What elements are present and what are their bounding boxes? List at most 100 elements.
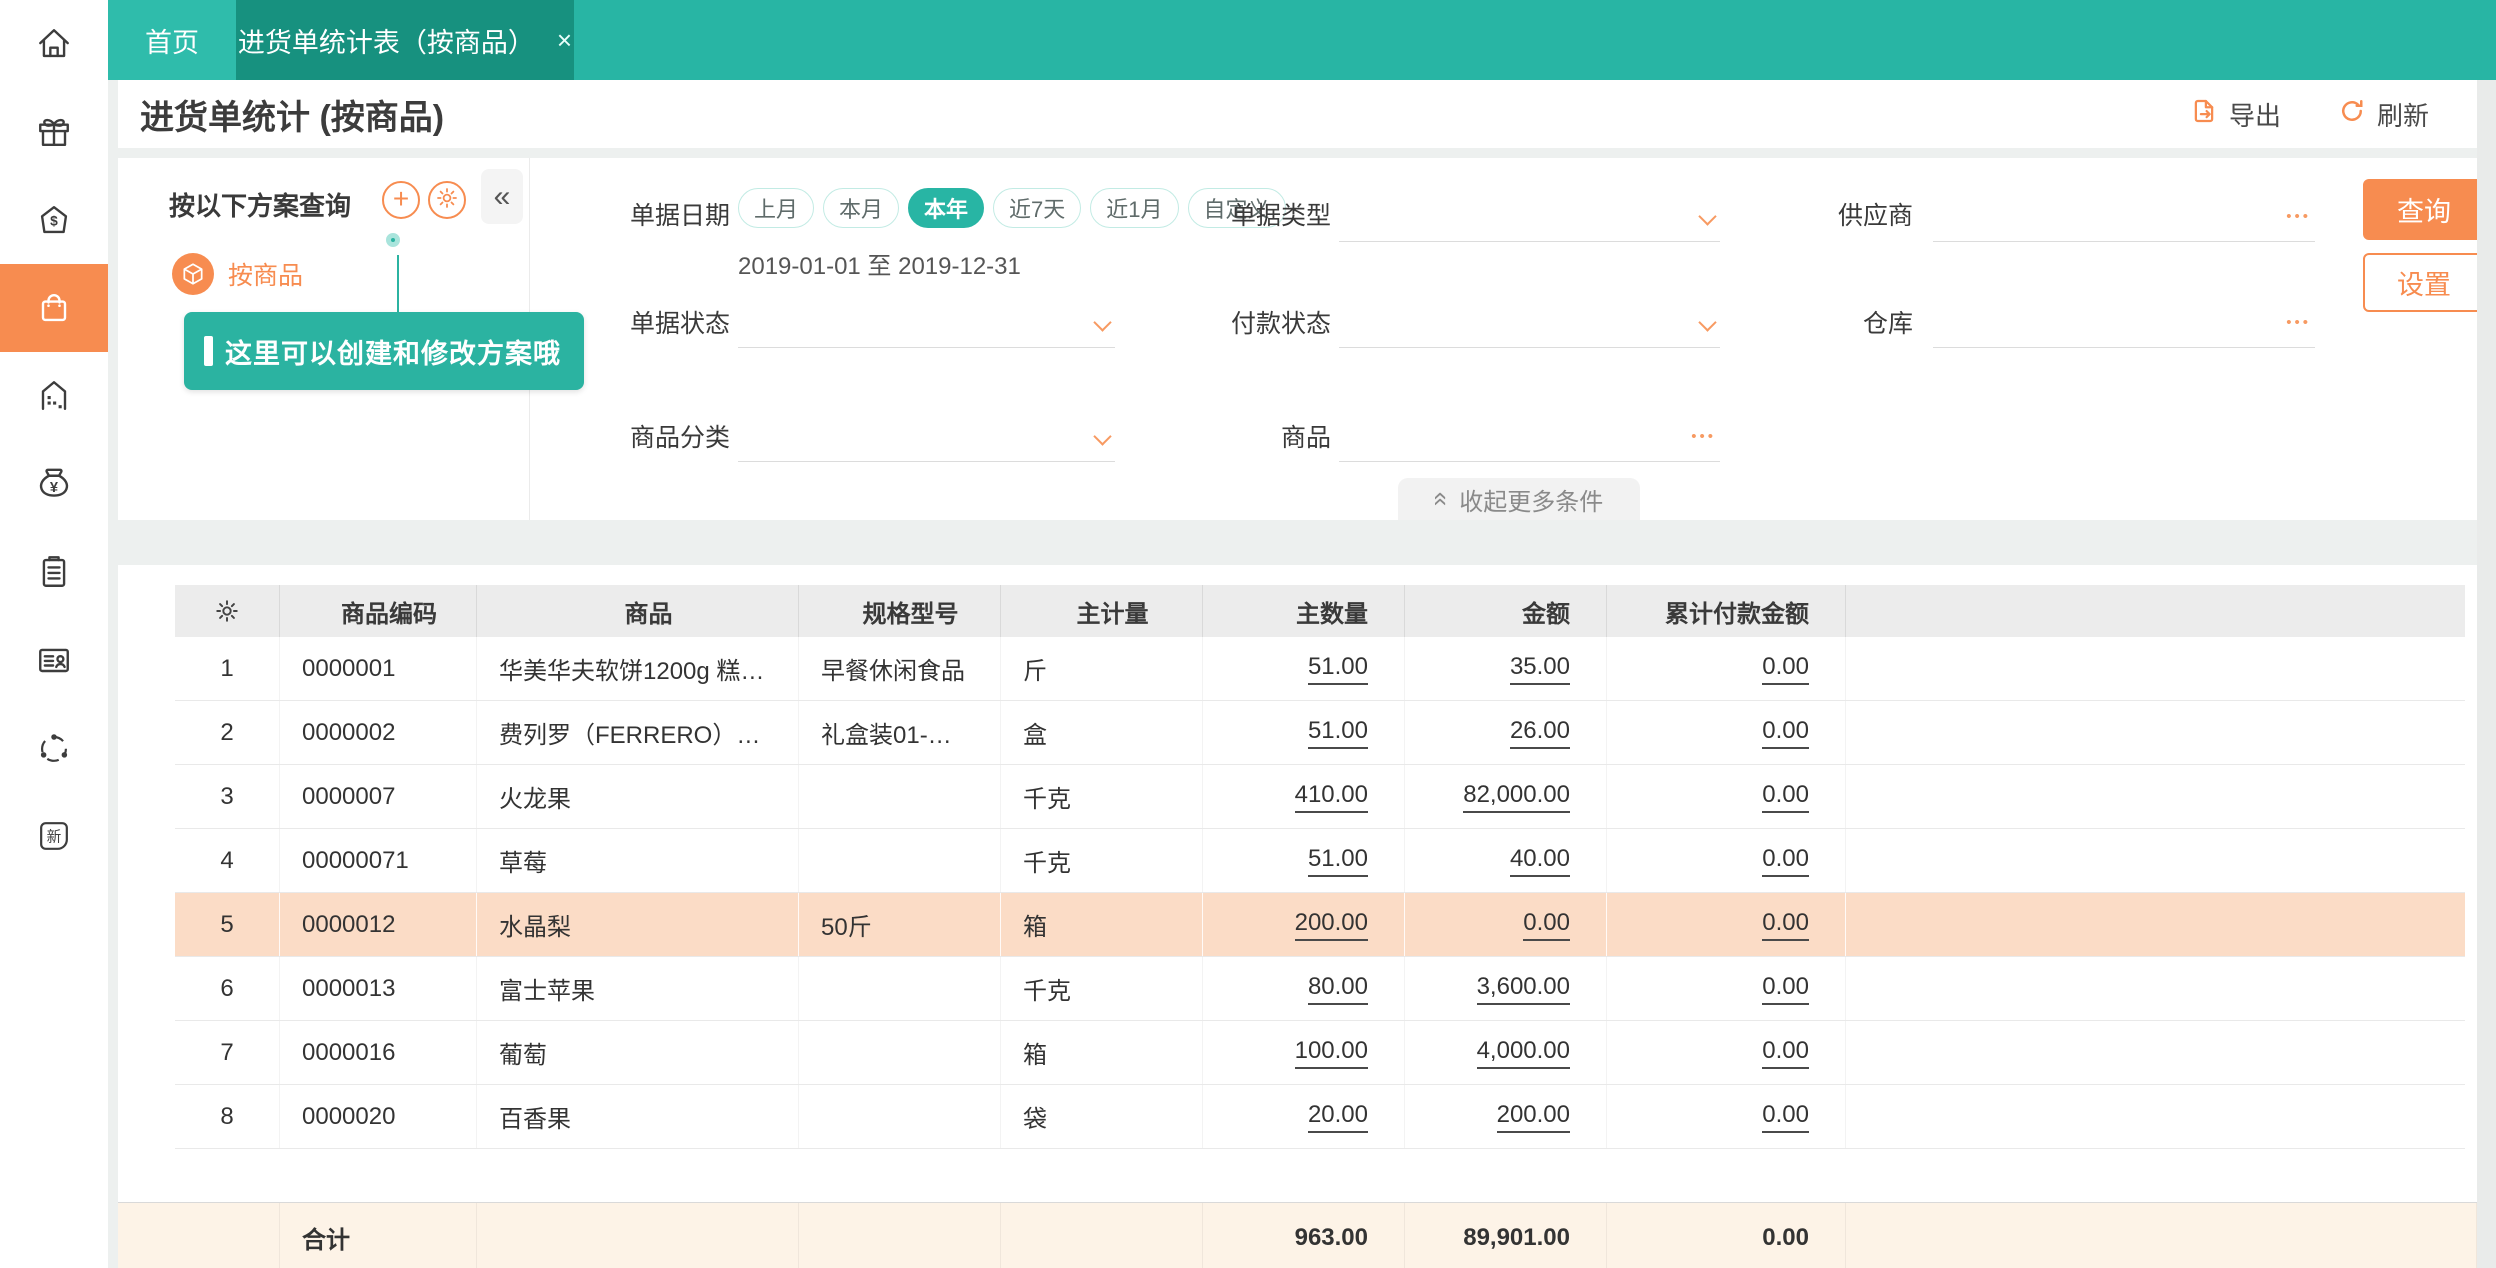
add-scheme-button[interactable]: + <box>382 181 420 219</box>
qty-link[interactable]: 80.00 <box>1307 973 1368 1005</box>
refresh-button[interactable]: 刷新 <box>2337 96 2429 133</box>
results-table-panel: 商品编码 商品 规格型号 主计量 主数量 金额 累计付款金额 1 0000001 华美华夫软饼1… <box>118 565 2477 1268</box>
sidebar-item-gift[interactable] <box>0 88 108 176</box>
category-select[interactable] <box>738 416 1115 462</box>
amount-link[interactable]: 200.00 <box>1496 1101 1570 1133</box>
product-code: 0000020 <box>280 1085 477 1148</box>
date-range-pill[interactable]: 近1月 <box>1090 188 1179 228</box>
unit: 斤 <box>1001 637 1203 700</box>
collapse-panel-button[interactable]: « <box>481 169 523 224</box>
filter-label-warehouse: 仓库 <box>1862 310 1913 338</box>
row-number: 2 <box>175 701 280 764</box>
date-range-pill[interactable]: 本年 <box>908 188 985 228</box>
qty-link[interactable]: 100.00 <box>1294 1037 1368 1069</box>
sidebar-item-finance[interactable]: ¥ <box>0 440 108 528</box>
qty-link[interactable]: 20.00 <box>1307 1101 1368 1133</box>
spec-model <box>799 1021 1001 1084</box>
sidebar-item-home[interactable] <box>0 0 108 88</box>
scrollbar-track[interactable] <box>2477 80 2496 1268</box>
table-row[interactable]: 6 0000013 富士苹果 千克 80.00 3,600.00 0.00 <box>175 957 2465 1021</box>
paid-link[interactable]: 0.00 <box>1762 845 1809 877</box>
settings-button[interactable]: 设置 <box>2363 253 2485 312</box>
unit: 袋 <box>1001 1085 1203 1148</box>
amount-link[interactable]: 26.00 <box>1509 717 1570 749</box>
paid-link[interactable]: 0.00 <box>1762 1101 1809 1133</box>
product-name: 葡萄 <box>477 1021 799 1084</box>
table-row[interactable]: 7 0000016 葡萄 箱 100.00 4,000.00 0.00 <box>175 1021 2465 1085</box>
table-row[interactable]: 1 0000001 华美华夫软饼1200g 糕… 早餐休闲食品斤 51.00 35.00 0… <box>175 637 2465 701</box>
product-code: 0000013 <box>280 957 477 1020</box>
scheme-tooltip: 这里可以创建和修改方案哦 <box>184 312 584 390</box>
date-range-pill[interactable]: 近7天 <box>993 188 1082 228</box>
sales-house-dollar-icon: $ <box>32 198 76 242</box>
doc-type-select[interactable] <box>1339 196 1720 242</box>
tab-close-icon[interactable]: × <box>557 25 572 56</box>
qty-link[interactable]: 51.00 <box>1307 653 1368 685</box>
product-name: 火龙果 <box>477 765 799 828</box>
ellipsis-icon: ••• <box>1691 428 1716 445</box>
row-number: 6 <box>175 957 280 1020</box>
scheme-settings-button[interactable] <box>428 181 466 219</box>
qty-link[interactable]: 51.00 <box>1307 717 1368 749</box>
amount-link[interactable]: 0.00 <box>1523 909 1570 941</box>
table-row[interactable]: 3 0000007 火龙果 千克 410.00 82,000.00 0.00 <box>175 765 2465 829</box>
sidebar-item-sales[interactable]: $ <box>0 176 108 264</box>
tab-home[interactable]: 首页 <box>108 0 236 80</box>
total-qty: 963.00 <box>1203 1203 1405 1268</box>
amount-link[interactable]: 40.00 <box>1509 845 1570 877</box>
export-button[interactable]: 导出 <box>2189 96 2281 133</box>
sidebar-item-warehouse[interactable] <box>0 352 108 440</box>
collapse-more-conditions-button[interactable]: « 收起更多条件 <box>1398 478 1640 520</box>
date-range-pill[interactable]: 本月 <box>823 188 900 228</box>
warehouse-picker[interactable]: ••• <box>1933 302 2315 348</box>
table-row[interactable]: 2 0000002 费列罗（FERRERO）… 礼盒装01-… 盒 51.00 26.00 0… <box>175 701 2465 765</box>
qty-link[interactable]: 410.00 <box>1294 781 1368 813</box>
chevron-down-icon <box>1093 427 1112 446</box>
svg-text:新: 新 <box>47 829 62 846</box>
product-picker[interactable]: ••• <box>1339 416 1720 462</box>
sidebar-item-purchase[interactable] <box>0 264 108 352</box>
double-chevron-up-icon: « <box>1427 491 1457 507</box>
ellipsis-icon: ••• <box>2286 208 2311 225</box>
table-row[interactable]: 8 0000020 百香果 袋 20.00 200.00 0.00 <box>175 1085 2465 1149</box>
sidebar-item-whats-new[interactable]: 新 <box>0 792 108 880</box>
spec-model <box>799 1085 1001 1148</box>
filter-label-doc-status: 单据状态 <box>629 310 730 338</box>
amount-link[interactable]: 3,600.00 <box>1476 973 1570 1005</box>
table-row[interactable]: 4 00000071 草莓 千克 51.00 40.00 0.00 <box>175 829 2465 893</box>
sidebar-item-contacts[interactable] <box>0 616 108 704</box>
paid-link[interactable]: 0.00 <box>1762 973 1809 1005</box>
paid-link[interactable]: 0.00 <box>1762 781 1809 813</box>
tab-purchase-stats[interactable]: 进货单统计表（按商品） × <box>236 0 574 80</box>
search-button[interactable]: 查询 <box>2363 179 2485 240</box>
supplier-picker[interactable]: ••• <box>1933 196 2315 242</box>
amount-link[interactable]: 4,000.00 <box>1476 1037 1570 1069</box>
qty-link[interactable]: 200.00 <box>1294 909 1368 941</box>
scheme-item-by-product[interactable]: 按商品 <box>172 253 303 295</box>
spec-model <box>799 765 1001 828</box>
sidebar-item-share[interactable] <box>0 704 108 792</box>
amount-link[interactable]: 35.00 <box>1509 653 1570 685</box>
pay-status-select[interactable] <box>1339 302 1720 348</box>
qty-link[interactable]: 51.00 <box>1307 845 1368 877</box>
spec-model: 50斤 <box>799 893 1001 956</box>
table-settings-gear-icon[interactable] <box>175 585 280 637</box>
paid-link[interactable]: 0.00 <box>1762 1037 1809 1069</box>
table-row[interactable]: 5 0000012 水晶梨 50斤箱 200.00 0.00 0.00 <box>175 893 2465 957</box>
date-range-pill[interactable]: 上月 <box>738 188 815 228</box>
page-header: 进货单统计 (按商品) 导出 刷新 <box>118 80 2477 148</box>
svg-text:¥: ¥ <box>50 480 59 496</box>
paid-link[interactable]: 0.00 <box>1762 909 1809 941</box>
row-number: 8 <box>175 1085 280 1148</box>
doc-status-select[interactable] <box>738 302 1115 348</box>
svg-text:$: $ <box>50 214 58 229</box>
row-number: 7 <box>175 1021 280 1084</box>
refresh-label: 刷新 <box>2376 100 2429 131</box>
paid-link[interactable]: 0.00 <box>1762 717 1809 749</box>
unit: 千克 <box>1001 765 1203 828</box>
page-title: 进货单统计 (按商品) <box>140 98 445 137</box>
sidebar-item-orders[interactable] <box>0 528 108 616</box>
amount-link[interactable]: 82,000.00 <box>1463 781 1570 813</box>
scheme-panel: 按以下方案查询 + « 按商品 这里可以创建和修改方案哦 <box>118 158 584 520</box>
paid-link[interactable]: 0.00 <box>1762 653 1809 685</box>
